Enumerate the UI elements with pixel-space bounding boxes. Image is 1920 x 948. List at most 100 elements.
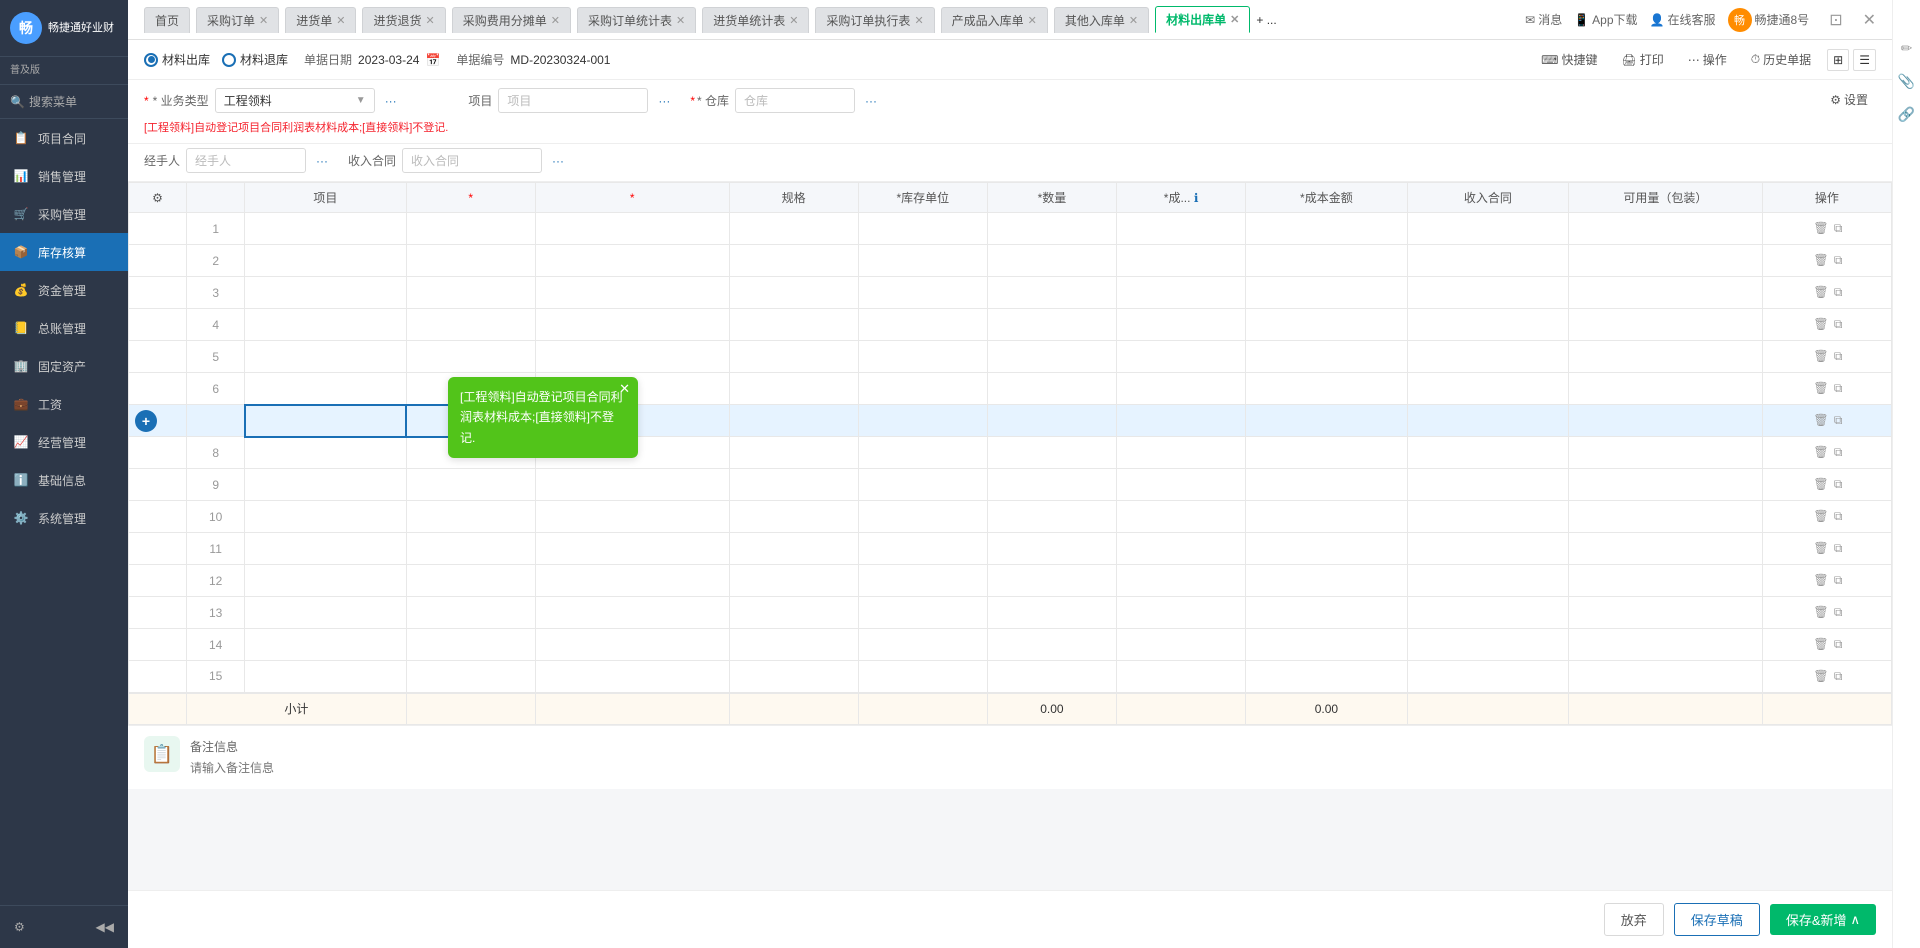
sidebar-search[interactable]: 🔍 搜索菜单	[0, 85, 128, 119]
row-cost-price[interactable]	[1117, 469, 1246, 501]
warehouse-input[interactable]: 仓库	[735, 88, 855, 113]
delete-row-button[interactable]: 🗑	[1813, 349, 1828, 363]
th-material-name[interactable]: *	[535, 183, 729, 213]
row-material-name[interactable]	[535, 565, 729, 597]
row-cost-price[interactable]	[1117, 213, 1246, 245]
row-available[interactable]	[1569, 565, 1763, 597]
row-cost-amount[interactable]	[1246, 373, 1407, 405]
row-project[interactable]	[245, 245, 406, 277]
row-unit[interactable]	[858, 373, 987, 405]
copy-row-button[interactable]: ⧉	[1834, 509, 1843, 523]
copy-row-button[interactable]: ⧉	[1834, 477, 1843, 491]
radio-material-return[interactable]: 材料退库	[222, 51, 288, 68]
save-draft-button[interactable]: 保存草稿	[1674, 903, 1760, 936]
row-cost-amount[interactable]	[1246, 309, 1407, 341]
delete-row-button[interactable]: 🗑	[1813, 573, 1828, 587]
copy-row-button[interactable]: ⧉	[1834, 253, 1843, 267]
delete-row-button[interactable]: 🗑	[1813, 541, 1828, 555]
row-unit[interactable]	[858, 661, 987, 693]
row-quantity[interactable]	[987, 341, 1116, 373]
th-settings[interactable]: ⚙	[129, 183, 187, 213]
row-cost-amount[interactable]	[1246, 597, 1407, 629]
tooltip-close-button[interactable]: ✕	[619, 382, 630, 395]
delete-row-button[interactable]: 🗑	[1813, 413, 1828, 427]
tab-close-icon[interactable]: ✕	[789, 14, 798, 27]
handler-more[interactable]: ···	[316, 154, 328, 168]
th-unit[interactable]: *库存单位	[858, 183, 987, 213]
view-toggle-list[interactable]: ☰	[1853, 49, 1876, 71]
handler-input[interactable]: 经手人	[186, 148, 306, 173]
delete-row-button[interactable]: 🗑	[1813, 221, 1828, 235]
sidebar-item-sales[interactable]: 📊 销售管理	[0, 157, 128, 195]
th-quantity[interactable]: *数量	[987, 183, 1116, 213]
form-settings-button[interactable]: ⚙ 设置	[1822, 88, 1876, 111]
row-project[interactable]	[245, 597, 406, 629]
tab-close-icon[interactable]: ✕	[426, 14, 435, 27]
row-spec[interactable]	[729, 469, 858, 501]
tab-material-out[interactable]: 材料出库单 ✕	[1155, 6, 1250, 33]
row-quantity[interactable]	[987, 309, 1116, 341]
row-cost-price[interactable]	[1117, 629, 1246, 661]
row-cost-amount[interactable]	[1246, 437, 1407, 469]
row-cost-amount[interactable]	[1246, 501, 1407, 533]
info-icon[interactable]: ℹ	[1194, 191, 1199, 205]
delete-row-button[interactable]: 🗑	[1813, 669, 1828, 683]
row-material-code[interactable]	[406, 661, 535, 693]
row-material-code[interactable]	[406, 277, 535, 309]
row-material-name[interactable]	[535, 597, 729, 629]
tab-close-icon[interactable]: ✕	[259, 14, 268, 27]
row-income-contract[interactable]	[1407, 501, 1568, 533]
row-available[interactable]	[1569, 501, 1763, 533]
warehouse-more[interactable]: ···	[865, 94, 877, 108]
row-income-contract[interactable]	[1407, 661, 1568, 693]
row-material-name[interactable]	[535, 629, 729, 661]
row-project[interactable]	[245, 341, 406, 373]
row-quantity[interactable]	[987, 373, 1116, 405]
copy-row-button[interactable]: ⧉	[1834, 669, 1843, 683]
history-button[interactable]: ⏱ 历史单据	[1743, 48, 1819, 71]
row-material-name[interactable]	[535, 341, 729, 373]
row-material-name[interactable]	[535, 469, 729, 501]
row-unit[interactable]	[858, 629, 987, 661]
row-available[interactable]	[1569, 309, 1763, 341]
view-toggle-grid[interactable]: ⊞	[1827, 49, 1849, 71]
row-income-contract[interactable]	[1407, 629, 1568, 661]
row-available[interactable]	[1569, 661, 1763, 693]
copy-row-button[interactable]: ⧉	[1834, 285, 1843, 299]
sidebar-item-inventory[interactable]: 📦 库存核算	[0, 233, 128, 271]
message-button[interactable]: ✉ 消息	[1525, 11, 1562, 28]
row-unit[interactable]	[858, 309, 987, 341]
row-cost-price[interactable]	[1117, 341, 1246, 373]
right-sidebar-attach-icon[interactable]: 📎	[1898, 73, 1915, 90]
row-income-contract[interactable]	[1407, 437, 1568, 469]
tab-goods-stat[interactable]: 进货单统计表 ✕	[702, 7, 809, 33]
row-cost-amount[interactable]	[1246, 469, 1407, 501]
row-spec[interactable]	[729, 245, 858, 277]
business-type-input[interactable]: 工程领料 ▼	[215, 88, 375, 113]
row-spec[interactable]	[729, 533, 858, 565]
tab-purchase-expense[interactable]: 采购费用分摊单 ✕	[452, 7, 571, 33]
row-cost-amount[interactable]	[1246, 245, 1407, 277]
row-material-name[interactable]	[535, 501, 729, 533]
row-unit-active[interactable]	[858, 405, 987, 437]
row-material-name[interactable]	[535, 213, 729, 245]
row-spec[interactable]	[729, 373, 858, 405]
row-quantity[interactable]	[987, 277, 1116, 309]
th-available[interactable]: 可用量（包装）	[1569, 183, 1763, 213]
row-project[interactable]	[245, 437, 406, 469]
row-available[interactable]	[1569, 213, 1763, 245]
row-income-contract-active[interactable]	[1407, 405, 1568, 437]
delete-row-button[interactable]: 🗑	[1813, 477, 1828, 491]
remarks-input[interactable]	[190, 757, 1876, 779]
row-income-contract[interactable]	[1407, 373, 1568, 405]
project-more[interactable]: ···	[658, 94, 670, 108]
row-cost-price[interactable]	[1117, 597, 1246, 629]
income-contract-input[interactable]: 收入合同	[402, 148, 542, 173]
tab-goods-receipt[interactable]: 进货单 ✕	[285, 7, 356, 33]
row-income-contract[interactable]	[1407, 309, 1568, 341]
row-quantity[interactable]	[987, 213, 1116, 245]
row-material-code[interactable]	[406, 213, 535, 245]
row-unit[interactable]	[858, 469, 987, 501]
copy-row-button[interactable]: ⧉	[1834, 349, 1843, 363]
shortcut-button[interactable]: ⌨ 快捷键	[1533, 48, 1605, 71]
